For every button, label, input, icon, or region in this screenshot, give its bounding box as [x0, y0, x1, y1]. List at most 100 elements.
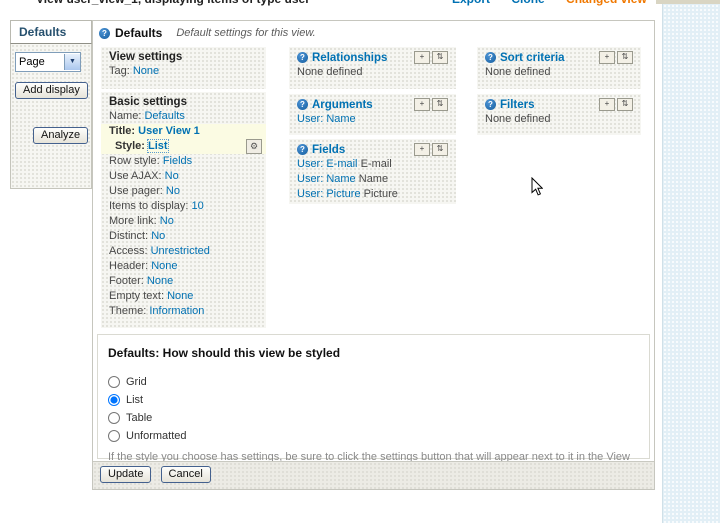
rearrange-icon[interactable]: ⇅	[617, 98, 633, 111]
panel-subtitle: Default settings for this view.	[176, 27, 315, 39]
panel-header: ? Defaults Default settings for this vie…	[99, 26, 316, 40]
relationships-title-link[interactable]: Relationships	[312, 52, 387, 64]
unformatted-radio-label: Unformatted	[126, 430, 187, 442]
field-user-name-suffix: Name	[359, 173, 388, 185]
table-radio[interactable]	[108, 412, 120, 424]
filters-header: ? Filters + ⇅	[485, 98, 633, 111]
style-form-section: Defaults: How should this view be styled…	[97, 334, 650, 459]
field-item: User: E-mail E-mail	[297, 157, 448, 172]
rearrange-icon[interactable]: ⇅	[432, 98, 448, 111]
relationships-header: ? Relationships + ⇅	[297, 51, 448, 64]
more-link-value-link[interactable]: No	[160, 215, 174, 227]
tag-row: Tag: None	[109, 64, 258, 79]
filters-empty: None defined	[485, 112, 633, 127]
row-style-value-link[interactable]: Fields	[163, 155, 192, 167]
fields-title-link[interactable]: Fields	[312, 144, 345, 156]
style-value-link[interactable]: List	[148, 140, 168, 152]
sort-criteria-header: ? Sort criteria + ⇅	[485, 51, 633, 64]
argument-user-name-link[interactable]: User: Name	[297, 113, 356, 125]
arguments-header: ? Arguments + ⇅	[297, 98, 448, 111]
style-options: Grid List Table Unformatted	[108, 373, 649, 445]
use-ajax-row: Use AJAX: No	[109, 169, 258, 184]
header-value-link[interactable]: None	[151, 260, 177, 272]
help-icon[interactable]: ?	[485, 52, 496, 63]
update-button[interactable]: Update	[100, 466, 151, 483]
list-radio-label: List	[126, 394, 143, 406]
style-option-unformatted[interactable]: Unformatted	[108, 427, 649, 445]
display-type-select-value: Page	[16, 56, 64, 68]
unformatted-radio[interactable]	[108, 430, 120, 442]
header-row: Header: None	[109, 259, 258, 274]
changed-view-link[interactable]: Changed view	[566, 0, 647, 6]
title-value-link[interactable]: User View 1	[138, 125, 200, 137]
help-icon[interactable]: ?	[297, 99, 308, 110]
access-label: Access:	[109, 245, 148, 257]
rearrange-icon[interactable]: ⇅	[617, 51, 633, 64]
export-link[interactable]: Export	[452, 0, 490, 6]
display-type-select[interactable]: Page ▼	[15, 52, 81, 72]
items-to-display-value-link[interactable]: 10	[192, 200, 204, 212]
tag-value-link[interactable]: None	[133, 65, 159, 77]
use-pager-label: Use pager:	[109, 185, 163, 197]
rearrange-icon[interactable]: ⇅	[432, 51, 448, 64]
title-label: Title:	[109, 125, 135, 137]
add-display-button[interactable]: Add display	[15, 82, 88, 99]
analyze-button[interactable]: Analyze	[33, 127, 88, 144]
field-item: User: Name Name	[297, 172, 448, 187]
add-icon[interactable]: +	[599, 51, 615, 64]
field-user-name-link[interactable]: User: Name	[297, 173, 356, 185]
add-icon[interactable]: +	[414, 98, 430, 111]
sort-criteria-title-link[interactable]: Sort criteria	[500, 52, 565, 64]
help-icon[interactable]: ?	[485, 99, 496, 110]
use-pager-value-link[interactable]: No	[166, 185, 180, 197]
clone-link[interactable]: Clone	[511, 0, 544, 6]
field-user-email-link[interactable]: User: E-mail	[297, 158, 358, 170]
field-item: User: Picture Picture	[297, 187, 448, 202]
displays-sidebar: Defaults Page ▼ Add display Analyze	[10, 20, 92, 189]
tab-defaults[interactable]: Defaults	[10, 20, 92, 44]
footer-row: Footer: None	[109, 274, 258, 289]
use-ajax-value-link[interactable]: No	[165, 170, 179, 182]
add-icon[interactable]: +	[414, 143, 430, 156]
more-link-row: More link: No	[109, 214, 258, 229]
cancel-button[interactable]: Cancel	[161, 466, 211, 483]
rearrange-icon[interactable]: ⇅	[432, 143, 448, 156]
view-settings-header: View settings	[109, 51, 258, 63]
arguments-tools: + ⇅	[414, 98, 448, 111]
access-value-link[interactable]: Unrestricted	[151, 245, 210, 257]
distinct-value-link[interactable]: No	[151, 230, 165, 242]
view-settings-title: View settings	[109, 51, 182, 63]
row-style-row: Row style: Fields	[109, 154, 258, 169]
access-row: Access: Unrestricted	[109, 244, 258, 259]
style-option-list[interactable]: List	[108, 391, 649, 409]
title-row-highlighted: Title: User View 1	[101, 124, 266, 139]
display-controls-panel: Page ▼ Add display Analyze	[10, 44, 92, 189]
empty-text-value-link[interactable]: None	[167, 290, 193, 302]
footer-value-link[interactable]: None	[147, 275, 173, 287]
field-user-picture-link[interactable]: User: Picture	[297, 188, 361, 200]
grid-radio[interactable]	[108, 376, 120, 388]
list-radio[interactable]	[108, 394, 120, 406]
style-option-table[interactable]: Table	[108, 409, 649, 427]
relationships-box: ? Relationships + ⇅ None defined	[289, 47, 456, 89]
filters-title-link[interactable]: Filters	[500, 99, 535, 111]
relationships-tools: + ⇅	[414, 51, 448, 64]
style-row-highlighted: Style: List	[101, 139, 266, 154]
style-option-grid[interactable]: Grid	[108, 373, 649, 391]
display-settings-panel: ? Defaults Default settings for this vie…	[92, 20, 655, 490]
style-label: Style:	[115, 140, 145, 152]
help-icon[interactable]: ?	[297, 52, 308, 63]
style-settings-gear-icon[interactable]: ⚙	[246, 139, 262, 154]
style-form-heading: Defaults: How should this view be styled	[108, 346, 649, 360]
arguments-title-link[interactable]: Arguments	[312, 99, 373, 111]
arguments-box: ? Arguments + ⇅ User: Name	[289, 94, 456, 135]
theme-value-link[interactable]: Information	[149, 305, 204, 317]
name-label: Name:	[109, 110, 141, 122]
name-value-link[interactable]: Defaults	[144, 110, 184, 122]
help-icon[interactable]: ?	[297, 144, 308, 155]
distinct-row: Distinct: No	[109, 229, 258, 244]
add-icon[interactable]: +	[414, 51, 430, 64]
field-user-email-suffix: E-mail	[361, 158, 392, 170]
help-icon[interactable]: ?	[99, 28, 110, 39]
add-icon[interactable]: +	[599, 98, 615, 111]
